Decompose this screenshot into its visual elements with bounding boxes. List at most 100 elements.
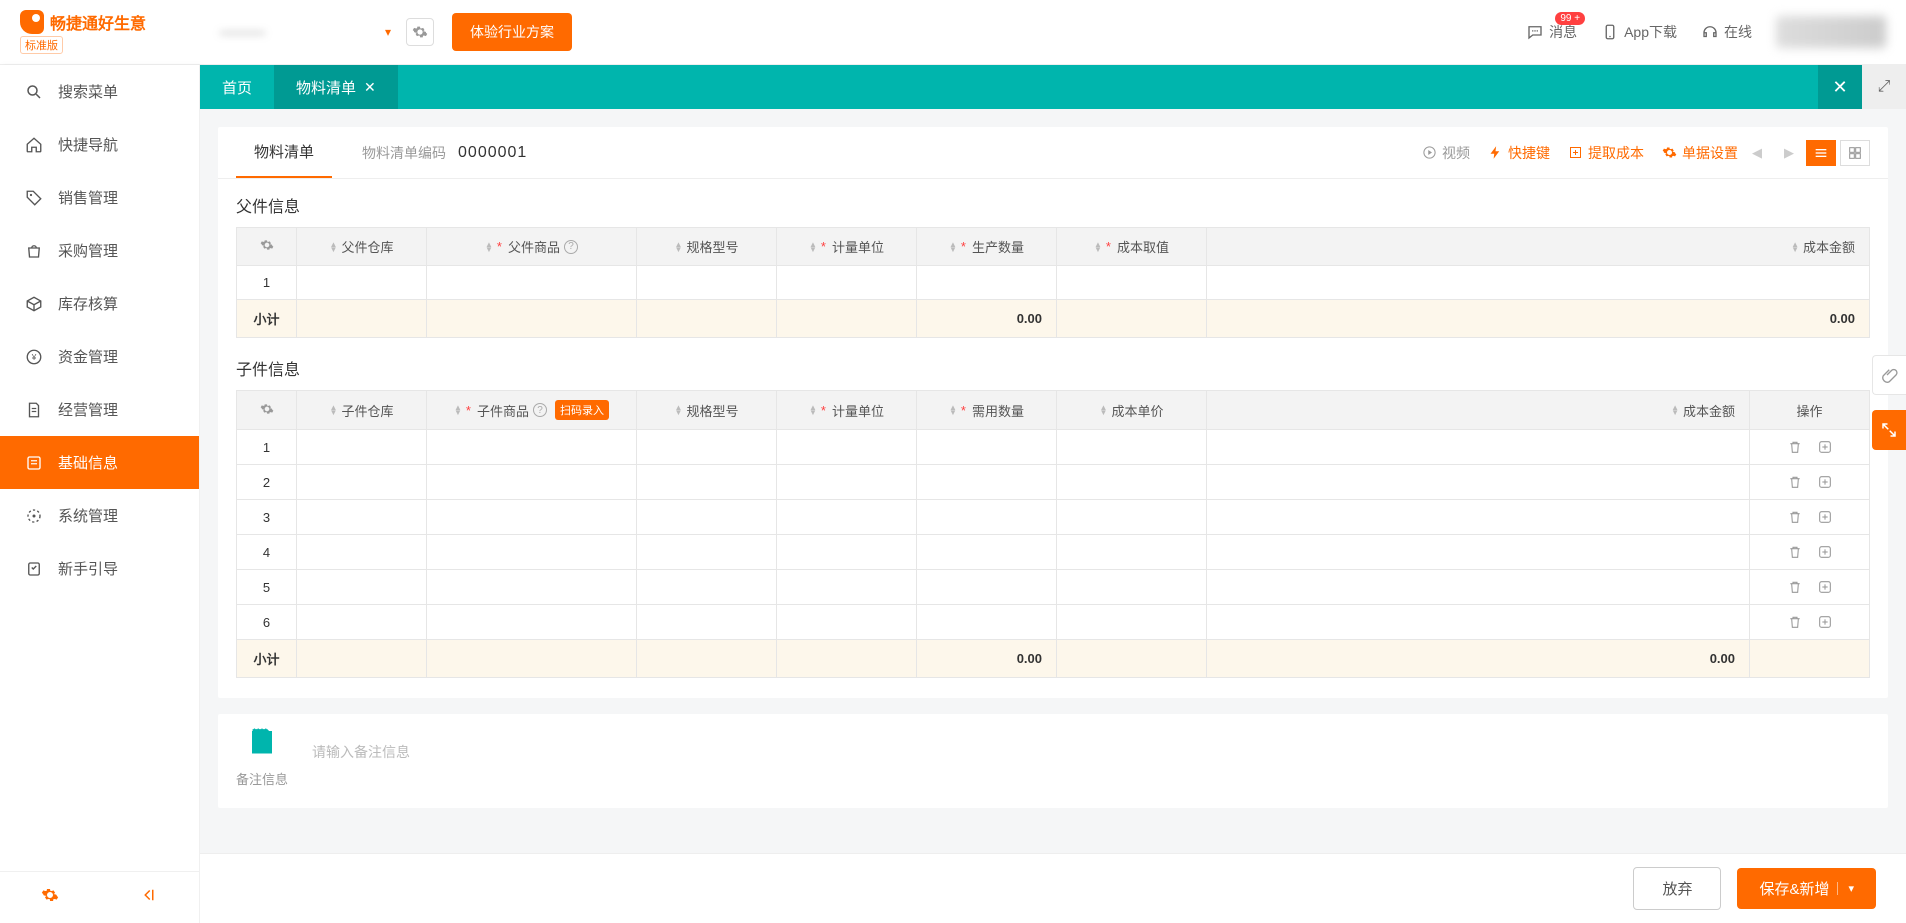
sidebar-item-inventory[interactable]: 库存核算 bbox=[0, 277, 199, 330]
save-and-new-button[interactable]: 保存&新增▾ bbox=[1737, 868, 1876, 909]
sidebar-item-system[interactable]: 系统管理 bbox=[0, 489, 199, 542]
add-row-button[interactable] bbox=[1817, 579, 1833, 595]
delete-row-button[interactable] bbox=[1787, 614, 1803, 630]
phone-icon bbox=[1601, 23, 1619, 41]
child-col-cost-amt[interactable]: ▲▼成本金额 bbox=[1207, 391, 1750, 430]
messages-link[interactable]: 消息 99 + bbox=[1526, 22, 1577, 42]
remark-input[interactable] bbox=[308, 726, 1870, 778]
parent-col-cost-amt[interactable]: ▲▼成本金额 bbox=[1207, 228, 1870, 266]
experience-cta-button[interactable]: 体验行业方案 bbox=[452, 13, 572, 51]
delete-row-button[interactable] bbox=[1787, 544, 1803, 560]
sort-icon: ▲▼ bbox=[675, 405, 683, 415]
child-col-need-qty[interactable]: ▲▼*需用数量 bbox=[917, 391, 1057, 430]
child-table-row[interactable]: 3 bbox=[237, 500, 1870, 535]
sidebar-item-search[interactable]: 搜索菜单 bbox=[0, 65, 199, 118]
parent-col-unit[interactable]: ▲▼*计量单位 bbox=[777, 228, 917, 266]
tabs-close-all-button[interactable]: ✕ bbox=[1818, 65, 1862, 109]
discard-button[interactable]: 放弃 bbox=[1633, 867, 1721, 910]
shortcut-link[interactable]: 快捷键 bbox=[1488, 143, 1550, 163]
top-header: 畅捷通好生意 标准版 ——— ▾ 体验行业方案 消息 99 + App下载 在线 bbox=[0, 0, 1906, 65]
sidebar-label: 资金管理 bbox=[58, 346, 118, 367]
header-actions: 消息 99 + App下载 在线 bbox=[1526, 16, 1886, 48]
sort-icon: ▲▼ bbox=[809, 242, 817, 252]
list-icon bbox=[1813, 145, 1829, 161]
sidebar-item-purchase[interactable]: 采购管理 bbox=[0, 224, 199, 277]
tab-home[interactable]: 首页 bbox=[200, 65, 274, 109]
sidebar-label: 库存核算 bbox=[58, 293, 118, 314]
sidebar-item-sales[interactable]: 销售管理 bbox=[0, 171, 199, 224]
user-avatar-blurred[interactable] bbox=[1776, 16, 1886, 48]
child-col-product[interactable]: ▲▼*子件商品?扫码录入 bbox=[427, 391, 637, 430]
sidebar-item-guide[interactable]: 新手引导 bbox=[0, 542, 199, 595]
app-download-link[interactable]: App下载 bbox=[1601, 22, 1677, 42]
prev-record-button[interactable]: ◀ bbox=[1744, 140, 1770, 166]
company-selector[interactable]: ——— ▾ bbox=[220, 24, 391, 41]
form-tab-bom[interactable]: 物料清单 bbox=[236, 127, 332, 178]
child-table-row[interactable]: 5 bbox=[237, 570, 1870, 605]
brand-name: 畅捷通好生意 bbox=[50, 10, 146, 34]
row-index: 2 bbox=[237, 465, 297, 500]
sidebar-item-finance[interactable]: 资金管理 bbox=[0, 330, 199, 383]
add-row-button[interactable] bbox=[1817, 614, 1833, 630]
parent-col-cost-src[interactable]: ▲▼*成本取值 bbox=[1057, 228, 1207, 266]
child-col-warehouse[interactable]: ▲▼子件仓库 bbox=[297, 391, 427, 430]
sort-icon: ▲▼ bbox=[949, 405, 957, 415]
parent-col-warehouse[interactable]: ▲▼父件仓库 bbox=[297, 228, 427, 266]
sort-icon: ▲▼ bbox=[454, 405, 462, 415]
bill-settings-link[interactable]: 单据设置 bbox=[1662, 143, 1738, 163]
delete-row-button[interactable] bbox=[1787, 439, 1803, 455]
scan-input-badge[interactable]: 扫码录入 bbox=[555, 400, 609, 420]
delete-row-button[interactable] bbox=[1787, 474, 1803, 490]
subtotal-label: 小计 bbox=[237, 300, 297, 338]
close-icon[interactable]: ✕ bbox=[364, 79, 376, 96]
company-settings-button[interactable] bbox=[406, 18, 434, 46]
sidebar-item-quicknav[interactable]: 快捷导航 bbox=[0, 118, 199, 171]
child-table-row[interactable]: 2 bbox=[237, 465, 1870, 500]
sidebar-label: 采购管理 bbox=[58, 240, 118, 261]
view-grid-toggle[interactable] bbox=[1840, 140, 1870, 166]
child-col-unit-cost[interactable]: ▲▼成本单价 bbox=[1057, 391, 1207, 430]
gear-icon bbox=[260, 402, 274, 416]
footer-bar: 放弃 保存&新增▾ bbox=[200, 853, 1906, 923]
note-icon bbox=[247, 726, 277, 763]
form-header: 物料清单 物料清单编码 0000001 视频 快捷键 提取成本 单据设置 ◀ ▶ bbox=[218, 127, 1888, 179]
fullscreen-float-button[interactable] bbox=[1872, 410, 1906, 450]
parent-col-qty[interactable]: ▲▼*生产数量 bbox=[917, 228, 1057, 266]
add-row-button[interactable] bbox=[1817, 544, 1833, 560]
sidebar-label: 销售管理 bbox=[58, 187, 118, 208]
child-col-spec[interactable]: ▲▼规格型号 bbox=[637, 391, 777, 430]
parent-subtotal-qty: 0.00 bbox=[917, 300, 1057, 338]
sidebar-collapse-button[interactable] bbox=[140, 886, 158, 909]
next-record-button[interactable]: ▶ bbox=[1776, 140, 1802, 166]
view-list-toggle[interactable] bbox=[1806, 140, 1836, 166]
delete-row-button[interactable] bbox=[1787, 579, 1803, 595]
parent-col-spec[interactable]: ▲▼规格型号 bbox=[637, 228, 777, 266]
parent-table-row[interactable]: 1 bbox=[237, 266, 1870, 300]
sidebar-item-operation[interactable]: 经营管理 bbox=[0, 383, 199, 436]
sidebar-settings-button[interactable] bbox=[41, 886, 59, 909]
child-col-gear[interactable] bbox=[237, 391, 297, 430]
child-table-row[interactable]: 1 bbox=[237, 430, 1870, 465]
add-row-button[interactable] bbox=[1817, 474, 1833, 490]
parent-col-gear[interactable] bbox=[237, 228, 297, 266]
child-col-unit[interactable]: ▲▼*计量单位 bbox=[777, 391, 917, 430]
video-link[interactable]: 视频 bbox=[1422, 143, 1470, 163]
sort-icon: ▲▼ bbox=[1094, 242, 1102, 252]
child-table: ▲▼子件仓库 ▲▼*子件商品?扫码录入 ▲▼规格型号 ▲▼*计量单位 ▲▼*需用… bbox=[236, 390, 1870, 678]
delete-row-button[interactable] bbox=[1787, 509, 1803, 525]
online-support-link[interactable]: 在线 bbox=[1701, 22, 1752, 42]
add-row-button[interactable] bbox=[1817, 439, 1833, 455]
sidebar-item-basedata[interactable]: 基础信息 bbox=[0, 436, 199, 489]
sidebar-footer bbox=[0, 871, 199, 923]
tabs-expand-button[interactable]: ⤢ bbox=[1862, 65, 1906, 109]
child-table-row[interactable]: 6 bbox=[237, 605, 1870, 640]
row-index: 1 bbox=[237, 430, 297, 465]
add-row-button[interactable] bbox=[1817, 509, 1833, 525]
attachment-float-button[interactable] bbox=[1872, 355, 1906, 395]
parent-section-title: 父件信息 bbox=[236, 193, 1870, 217]
parent-col-product[interactable]: ▲▼*父件商品? bbox=[427, 228, 637, 266]
child-table-row[interactable]: 4 bbox=[237, 535, 1870, 570]
extract-cost-link[interactable]: 提取成本 bbox=[1568, 143, 1644, 163]
gear-icon bbox=[412, 24, 428, 40]
tab-bom[interactable]: 物料清单✕ bbox=[274, 65, 398, 109]
